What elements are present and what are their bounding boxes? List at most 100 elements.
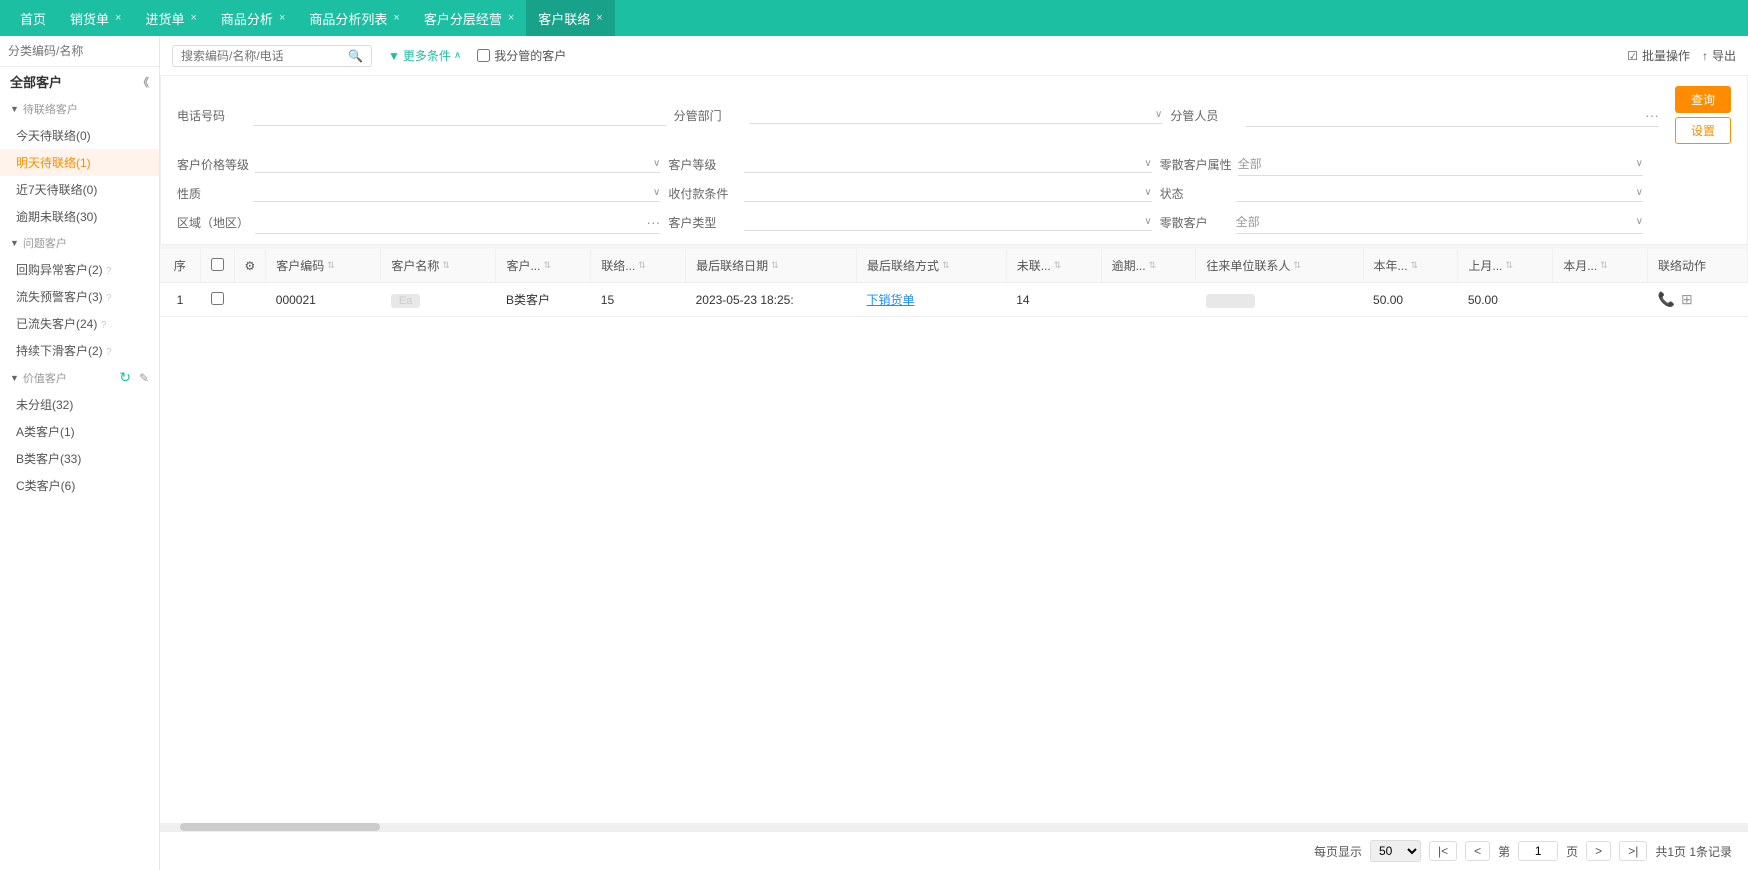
total-records-label: 共1页 1条记录 xyxy=(1655,843,1732,860)
col-header-last-month: 上月... ⇅ xyxy=(1458,249,1553,283)
scrollbar-thumb[interactable] xyxy=(180,823,380,831)
filter-person-select[interactable]: ··· xyxy=(1246,104,1659,127)
sidebar-item-week-contact[interactable]: 近7天待联络(0) xyxy=(0,176,159,203)
last-page-btn[interactable]: >| xyxy=(1619,841,1647,861)
nav-item-customer-contact[interactable]: 客户联络 × xyxy=(526,0,614,36)
close-icon-purchase[interactable]: × xyxy=(190,12,196,24)
nav-item-product-analysis[interactable]: 商品分析 × xyxy=(209,0,297,36)
filter-scattered-customer-chevron-icon: ∨ xyxy=(1636,216,1643,227)
nav-item-customer-segment[interactable]: 客户分层经营 × xyxy=(412,0,526,36)
last-contact-link[interactable]: 下销货单 xyxy=(866,293,914,307)
col-header-last-contact-date: 最后联络日期 ⇅ xyxy=(686,249,857,283)
sidebar-item-unclassified[interactable]: 未分组(32) xyxy=(0,391,159,418)
contact-qr-icon[interactable]: ⊞ xyxy=(1681,291,1693,308)
filter-dept-select[interactable]: ∨ xyxy=(750,106,1163,124)
nav-customer-segment-label: 客户分层经营 xyxy=(424,9,502,28)
filter-icon: ▼ xyxy=(388,49,400,63)
close-icon-product-analysis[interactable]: × xyxy=(279,12,285,24)
select-all-checkbox[interactable] xyxy=(211,258,224,271)
close-icon-product-list[interactable]: × xyxy=(393,12,399,24)
filter-payment-select[interactable]: ∨ xyxy=(744,184,1151,202)
filter-price-level-select[interactable]: ∨ xyxy=(255,155,660,173)
batch-label: 批量操作 xyxy=(1642,47,1690,64)
table-row: 1 000021 Ea B类客户 15 2023-05-23 18:25: 下销… xyxy=(160,283,1748,317)
close-icon-customer-segment[interactable]: × xyxy=(508,12,514,24)
per-page-select[interactable]: 50 100 200 xyxy=(1370,840,1421,862)
nav-item-product-list[interactable]: 商品分析列表 × xyxy=(297,0,411,36)
filter-customer-level-label: 客户等级 xyxy=(668,156,738,173)
sidebar-item-class-c[interactable]: C类客户(6) xyxy=(0,472,159,499)
current-page-input[interactable] xyxy=(1518,841,1558,861)
search-input[interactable] xyxy=(181,49,344,63)
filter-more-btn[interactable]: ▼ 更多条件 ∧ xyxy=(380,44,469,67)
gear-icon[interactable]: ⚙ xyxy=(245,259,256,273)
filter-scattered-customer-select[interactable]: 全部 ∨ xyxy=(1236,210,1643,234)
close-icon-customer-contact[interactable]: × xyxy=(596,12,602,24)
sidebar-item-decline[interactable]: 持续下滑客户(2) ? xyxy=(0,337,159,364)
prev-page-btn[interactable]: < xyxy=(1465,841,1490,861)
cell-this-month xyxy=(1553,283,1648,317)
nav-sales-label: 销货单 xyxy=(70,9,109,28)
sidebar-item-overdue-contact[interactable]: 逾期未联络(30) xyxy=(0,203,159,230)
nav-item-sales-order[interactable]: 销货单 × xyxy=(58,0,133,36)
filter-price-level: 客户价格等级 ∨ xyxy=(177,155,660,173)
sidebar-item-lost[interactable]: 已流失客户(24) ? xyxy=(0,310,159,337)
col-header-customer-type: 客户... ⇅ xyxy=(496,249,591,283)
filter-status-select[interactable]: ∨ xyxy=(1236,184,1643,202)
first-page-btn[interactable]: |< xyxy=(1429,841,1457,861)
nav-item-home[interactable]: 首页 xyxy=(8,0,58,36)
sidebar-all-customers[interactable]: 全部客户 《 xyxy=(0,67,159,96)
col-header-overdue: 逾期... ⇅ xyxy=(1101,249,1196,283)
query-button[interactable]: 查询 xyxy=(1675,86,1731,113)
filter-region-dots[interactable]: ··· xyxy=(646,214,660,230)
sort-icon-last-month: ⇅ xyxy=(1505,260,1513,271)
filter-payment-chevron-icon: ∨ xyxy=(1144,187,1151,198)
page-prefix-label: 第 xyxy=(1498,843,1510,860)
filter-customer-type-label: 客户类型 xyxy=(668,214,738,231)
value-edit-icon[interactable]: ✎ xyxy=(139,371,149,385)
nav-purchase-label: 进货单 xyxy=(145,9,184,28)
filter-scattered-attr-label: 零散客户属性 xyxy=(1160,156,1232,173)
row-checkbox[interactable] xyxy=(211,292,224,305)
filter-scattered-attr-select[interactable]: 全部 ∨ xyxy=(1238,152,1643,176)
sidebar-item-class-b[interactable]: B类客户(33) xyxy=(0,445,159,472)
filter-phone-input[interactable] xyxy=(253,105,666,126)
value-refresh-icon[interactable]: ↻ xyxy=(119,369,131,386)
filter-region-select[interactable]: ··· xyxy=(255,211,660,234)
sort-icon-date: ⇅ xyxy=(771,260,779,271)
filter-price-level-label: 客户价格等级 xyxy=(177,156,249,173)
close-icon-sales[interactable]: × xyxy=(115,12,121,24)
sidebar-item-class-a[interactable]: A类客户(1) xyxy=(0,418,159,445)
sidebar-search-input[interactable] xyxy=(8,44,160,58)
search-icon[interactable]: 🔍 xyxy=(348,49,363,63)
problems-group-label: 问题客户 xyxy=(23,235,67,251)
filter-chevron-icon: ∧ xyxy=(454,50,461,61)
col-header-gear: ⚙ xyxy=(234,249,266,283)
filter-nature-select[interactable]: ∨ xyxy=(253,184,660,202)
col-header-contact-action: 联络动作 xyxy=(1648,249,1748,283)
filter-person-dots[interactable]: ··· xyxy=(1645,107,1659,123)
export-btn[interactable]: ↑ 导出 xyxy=(1702,47,1736,64)
col-header-this-year: 本年... ⇅ xyxy=(1363,249,1458,283)
sidebar-item-lost-risk[interactable]: 流失预警客户(3) ? xyxy=(0,283,159,310)
filter-status-label: 状态 xyxy=(1160,185,1230,202)
my-customers-checkbox-label[interactable]: 我分管的客户 xyxy=(477,47,566,64)
cell-gear xyxy=(234,283,266,317)
settings-button[interactable]: 设置 xyxy=(1675,117,1731,144)
filter-dept-chevron-icon: ∨ xyxy=(1155,109,1162,120)
contact-call-icon[interactable]: 📞 xyxy=(1658,291,1675,308)
main-content: 🔍 ▼ 更多条件 ∧ 我分管的客户 ☑ 批量操作 ↑ 导出 xyxy=(160,36,1748,870)
my-customers-checkbox[interactable] xyxy=(477,49,490,62)
batch-operation-btn[interactable]: ☑ 批量操作 xyxy=(1627,47,1690,64)
sidebar-item-repeat-abnormal[interactable]: 回购异常客户(2) ? xyxy=(0,256,159,283)
cell-last-contact-way: 下销货单 xyxy=(856,283,1006,317)
filter-customer-level-select[interactable]: ∨ xyxy=(744,155,1151,173)
nav-item-purchase[interactable]: 进货单 × xyxy=(133,0,208,36)
col-header-contact: 联络... ⇅ xyxy=(591,249,686,283)
sidebar-item-tomorrow-contact[interactable]: 明天待联络(1) xyxy=(0,149,159,176)
cell-not-contacted: 14 xyxy=(1006,283,1101,317)
sidebar-item-today-contact[interactable]: 今天待联络(0) xyxy=(0,122,159,149)
next-page-btn[interactable]: > xyxy=(1586,841,1611,861)
filter-status-chevron-icon: ∨ xyxy=(1636,187,1643,198)
filter-customer-type-select[interactable]: ∨ xyxy=(744,213,1151,231)
